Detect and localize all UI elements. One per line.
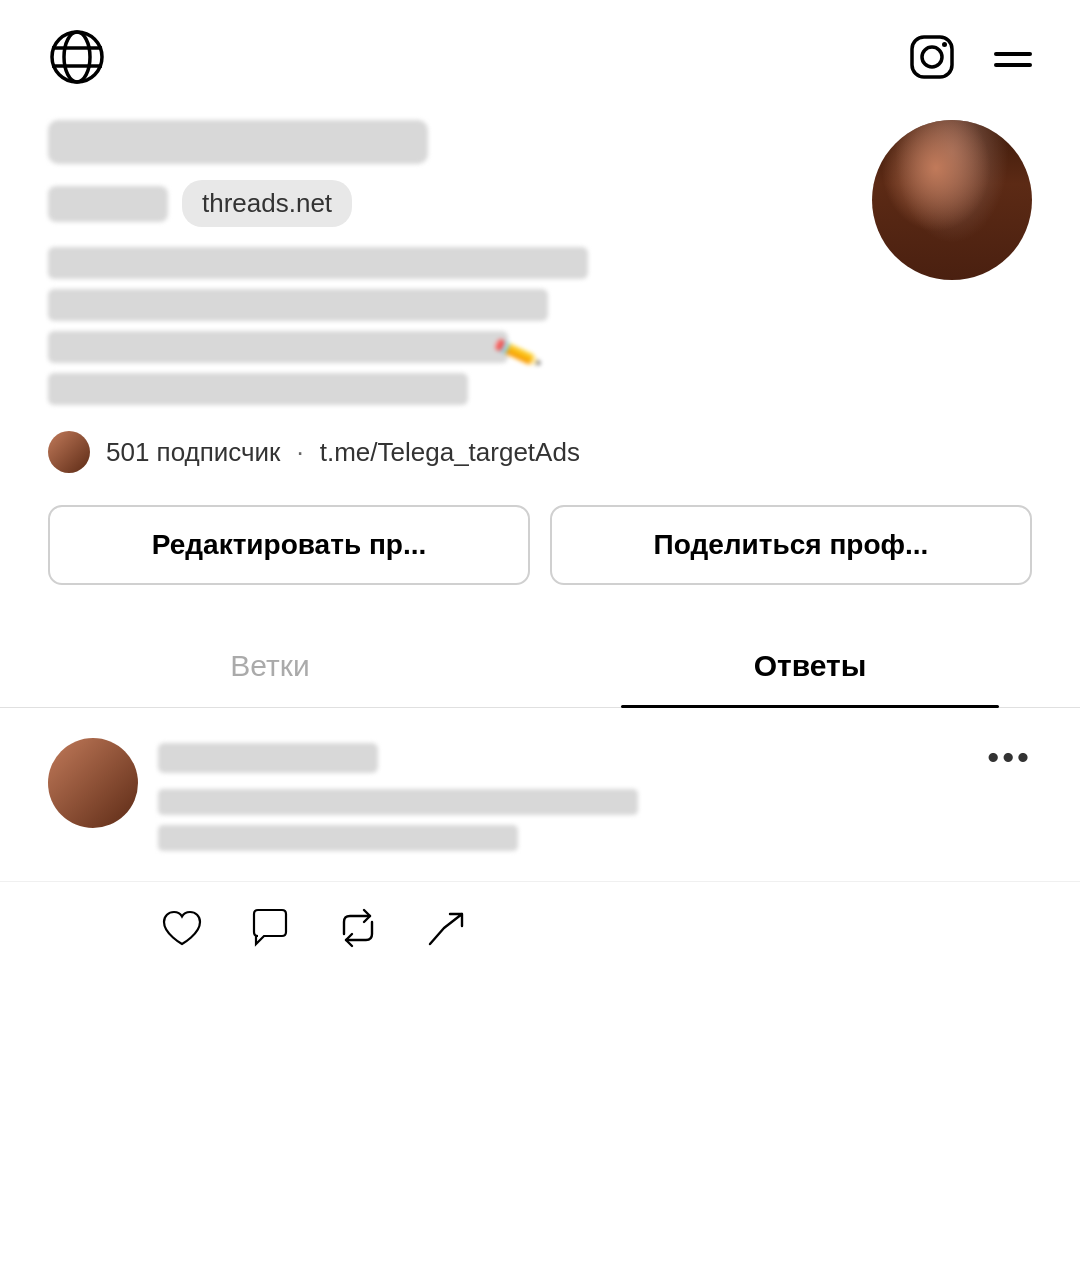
svg-point-1 — [64, 32, 90, 82]
post-author-username — [158, 743, 378, 773]
svg-point-0 — [52, 32, 102, 82]
post-item: ••• — [0, 708, 1080, 882]
post-actions — [0, 882, 1080, 960]
bio-line-1 — [48, 247, 588, 279]
pencil-icon: ✏️ — [490, 327, 543, 379]
avatar-image — [872, 120, 1032, 280]
svg-point-5 — [922, 47, 942, 67]
share-icon[interactable] — [424, 906, 468, 950]
profile-section: threads.net ✏️ 501 подписчик · t.me/Tele… — [0, 110, 1080, 625]
comment-icon[interactable] — [248, 906, 292, 950]
post-text-line-1 — [158, 789, 638, 815]
username-row: threads.net — [48, 180, 842, 227]
post-content: ••• — [158, 738, 1032, 851]
profile-avatar-container — [872, 120, 1032, 280]
post-more-icon[interactable]: ••• — [987, 738, 1032, 777]
tab-replies[interactable]: Ответы — [540, 625, 1080, 707]
hamburger-menu-icon[interactable] — [994, 52, 1032, 67]
profile-info: threads.net ✏️ — [48, 120, 872, 423]
threads-badge[interactable]: threads.net — [182, 180, 352, 227]
share-profile-button[interactable]: Поделиться проф... — [550, 505, 1032, 585]
post-header: ••• — [158, 738, 1032, 777]
action-buttons: Редактировать пр... Поделиться проф... — [48, 505, 1032, 585]
profile-display-name — [48, 120, 428, 164]
edit-profile-button[interactable]: Редактировать пр... — [48, 505, 530, 585]
bio-line-2 — [48, 289, 548, 321]
profile-tabs: Ветки Ответы — [0, 625, 1080, 708]
bio-line-3: ✏️ — [48, 331, 508, 363]
top-navigation — [0, 0, 1080, 110]
svg-point-6 — [942, 42, 947, 47]
profile-username — [48, 186, 168, 222]
globe-icon[interactable] — [48, 28, 106, 90]
profile-avatar — [872, 120, 1032, 280]
like-icon[interactable] — [160, 906, 204, 950]
followers-row: 501 подписчик · t.me/Telega_targetAds — [48, 431, 1032, 473]
followers-count: 501 подписчик — [106, 437, 281, 468]
bio-line-4 — [48, 373, 468, 405]
profile-bio: ✏️ — [48, 247, 842, 405]
followers-link[interactable]: t.me/Telega_targetAds — [320, 437, 580, 468]
followers-avatar — [48, 431, 90, 473]
separator: · — [297, 437, 304, 468]
repost-icon[interactable] — [336, 906, 380, 950]
post-text-line-2 — [158, 825, 518, 851]
post-author-avatar[interactable] — [48, 738, 138, 828]
tab-threads[interactable]: Ветки — [0, 625, 540, 707]
instagram-icon[interactable] — [906, 31, 958, 87]
profile-header: threads.net ✏️ — [48, 120, 1032, 423]
